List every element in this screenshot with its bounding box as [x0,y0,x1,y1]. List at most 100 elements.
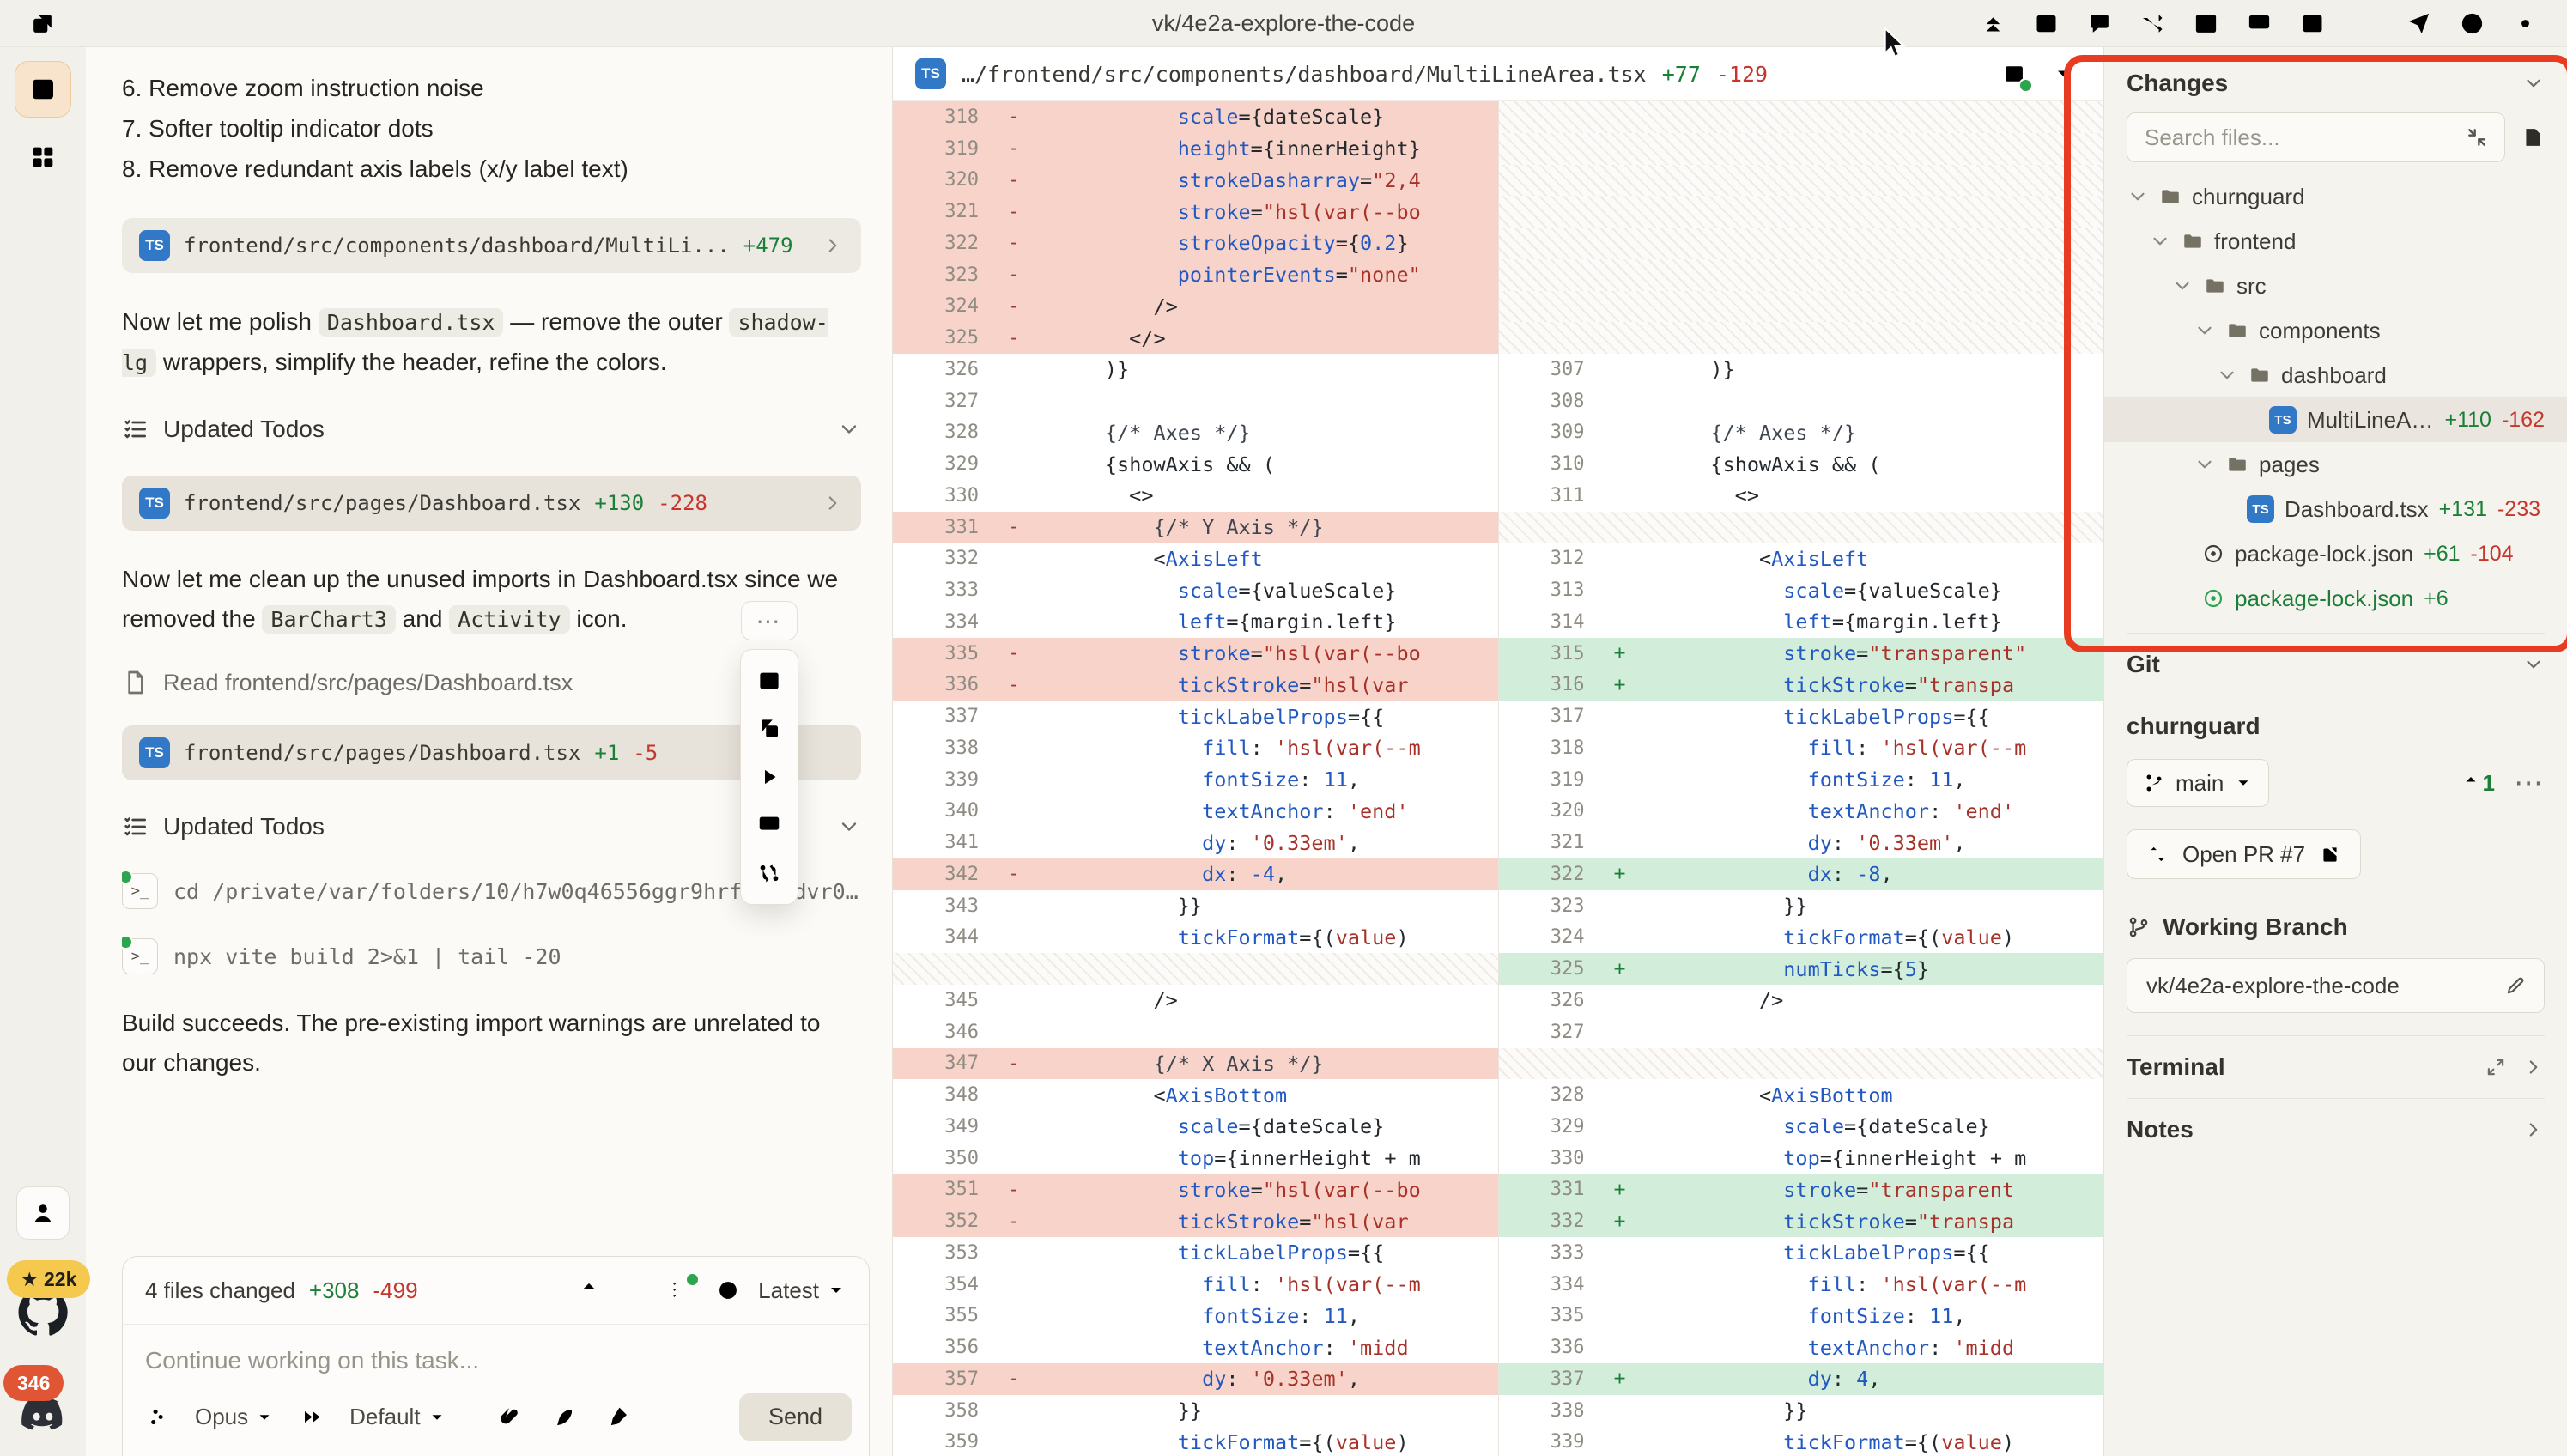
inline-code: Activity [449,605,569,634]
diff-row: 344 tickFormat={(value) [893,922,1498,954]
terminal-icon[interactable] [2188,5,2224,41]
document-icon [122,669,149,696]
tree-folder-src[interactable]: src [2127,264,2545,308]
diff-code: height={innerHeight} [1032,136,1498,161]
composer-card: 4 files changed +308 -499 Latest Opus De… [122,1256,870,1456]
file-chip[interactable]: TSfrontend/src/pages/Dashboard.tsx+130-2… [122,476,861,531]
commits-ahead[interactable]: 1 [2461,770,2495,797]
spark-icon[interactable] [619,1274,652,1307]
diff-line-number: 311 [1499,485,1602,507]
shrink-icon[interactable] [2465,125,2489,149]
shuffle-icon[interactable] [2134,5,2170,41]
chevron-down-icon[interactable] [2047,57,2081,91]
mode-selector[interactable]: Default [349,1404,446,1430]
file-chip-label: frontend/src/pages/Dashboard.tsx [184,491,580,515]
send-button[interactable]: Send [739,1393,852,1441]
diff-line-number: 325 [893,327,996,349]
tree-folder-components[interactable]: components [2127,308,2545,353]
windows-stack-icon[interactable] [24,5,60,41]
tree-folder-pages[interactable]: pages [2127,442,2545,487]
todos-row[interactable]: Updated Todos [122,412,861,446]
tree-file-multilinearea-tsx[interactable]: TSMultiLineArea.tsx+110-162 [2104,397,2567,442]
diff-code: {showAxis && ( [1638,452,2104,476]
diff-code: tickLabelProps={{ [1032,705,1498,729]
git-header[interactable]: Git [2127,637,2545,692]
diff-row: 335- stroke="hsl(var(--bo [893,638,1498,670]
fast-forward-icon[interactable] [294,1400,329,1435]
diff-code: )} [1638,357,2104,381]
model-selector[interactable]: Opus [195,1404,274,1430]
diff-row: 356 textAnchor: 'midd [893,1332,1498,1363]
paperclip-icon[interactable] [493,1400,527,1435]
monitor-icon[interactable] [2241,5,2277,41]
version-dropdown[interactable]: Latest [758,1277,847,1304]
diff-code: tickStroke="transpa [1638,1210,2104,1234]
diff-line-number: 319 [1499,769,1602,791]
more-options-icon[interactable]: ⋯ [741,601,798,640]
quill-icon[interactable] [548,1400,582,1435]
pause-icon[interactable] [1921,5,1957,41]
file-chip[interactable]: TSfrontend/src/components/dashboard/Mult… [122,218,861,273]
branch-selector[interactable]: main [2127,759,2269,807]
tree-file-dashboard-tsx[interactable]: TSDashboard.tsx+131-233 [2127,487,2545,531]
help-icon[interactable] [2454,5,2490,41]
topbar: vk/4e2a-explore-the-code [0,0,2567,47]
chevron-down-icon [2522,653,2545,676]
tree-file-package-lock-json[interactable]: package-lock.json+61-104 [2127,531,2545,576]
user-icon[interactable] [16,1186,70,1240]
pencil-icon[interactable] [2504,974,2527,997]
file-search-input[interactable] [2143,124,2465,152]
tree-folder-churnguard[interactable]: churnguard [2127,174,2545,219]
folder-name: dashboard [2281,362,2387,389]
tree-folder-dashboard[interactable]: dashboard [2127,353,2545,397]
tree-folder-frontend[interactable]: frontend [2127,219,2545,264]
diff-code: tickStroke="hsl(var [1032,1210,1498,1234]
diff-row: 357- dy: '0.33em', [893,1363,1498,1395]
grid-icon[interactable] [22,136,64,178]
pen-icon[interactable] [603,1400,637,1435]
todo-list-icon[interactable] [665,1274,698,1307]
settings-gear-icon[interactable] [2507,5,2543,41]
floating-toolbar: ⋯ [737,601,802,905]
notes-header[interactable]: Notes [2127,1098,2545,1161]
sliders-icon[interactable] [140,1400,174,1435]
file-search-box[interactable] [2127,112,2505,162]
diff-row: 321 dy: '0.33em', [1499,827,2104,858]
terminal-header[interactable]: Terminal [2127,1035,2545,1098]
workspace-icon[interactable] [15,61,71,118]
share-icon[interactable] [2400,5,2437,41]
tree-file-package-lock-json[interactable]: package-lock.json+6 [2127,576,2545,621]
collapse-up-icon[interactable] [1975,5,2011,41]
file-deletions: -104 [2471,542,2514,567]
more-options-icon[interactable]: ⋯ [2514,766,2545,800]
diff-line-number: 354 [893,1274,996,1295]
diff-line-number: 345 [893,990,996,1011]
pin-panel-icon[interactable] [2521,125,2545,149]
diff-line-number: 350 [893,1148,996,1169]
diff-header: TS …/frontend/src/components/dashboard/M… [893,47,2103,101]
diff-code: {/* Axes */} [1638,421,2104,445]
screenshot-icon[interactable] [744,657,794,705]
terminal-command-row[interactable]: >_npx vite build 2>&1 | tail -20 [122,938,861,974]
scroll-up-icon[interactable] [573,1274,605,1307]
play-icon[interactable] [744,753,794,801]
composer-input[interactable] [123,1325,869,1390]
diff-sign: - [996,201,1032,223]
file-additions: +1 [594,741,619,765]
columns-icon[interactable] [2028,5,2064,41]
chat-bubble-icon[interactable] [2081,5,2117,41]
diff-line-number: 320 [893,169,996,191]
working-branch-input[interactable] [2145,972,2504,1000]
diff-view-toggle-icon[interactable] [1997,57,2031,91]
expand-icon[interactable] [2485,1056,2507,1078]
sidebar-toggle-icon[interactable] [2294,5,2330,41]
copy-icon[interactable] [744,705,794,753]
total-additions: +308 [309,1277,360,1304]
diff-code: {/* Axes */} [1032,421,1498,445]
menu-icon[interactable] [2347,5,2383,41]
git-compare-icon[interactable] [744,849,794,897]
typescript-icon: TS [2269,406,2297,434]
monitor-icon[interactable] [744,801,794,849]
changes-header[interactable]: Changes [2127,56,2545,111]
open-pr-button[interactable]: Open PR #7 [2127,829,2361,879]
